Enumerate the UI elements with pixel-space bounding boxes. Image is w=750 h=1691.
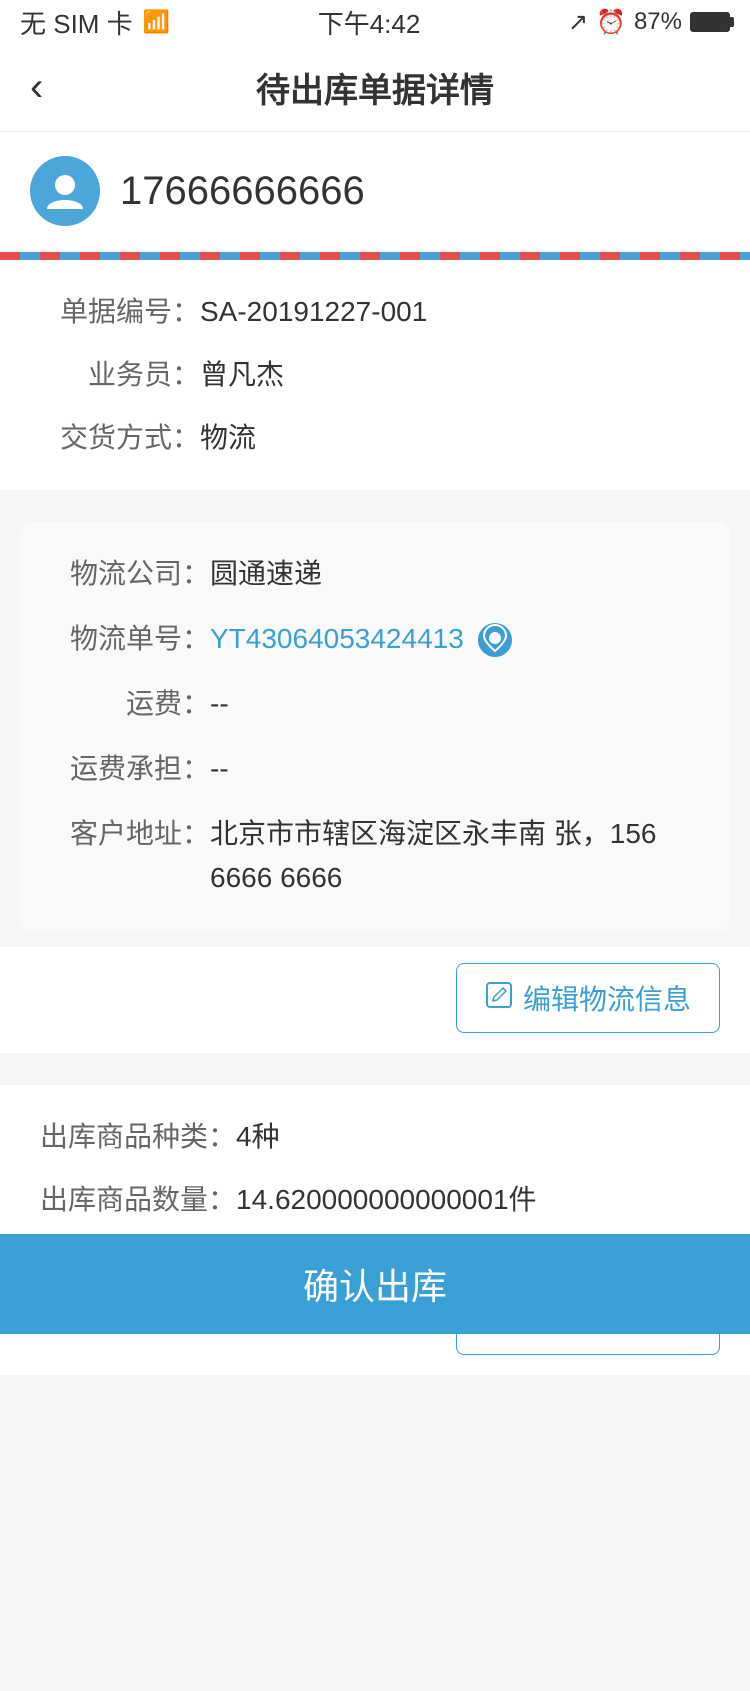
status-bar: 无 SIM 卡 📶 下午4:42 ↗ ⏰ 87% (0, 0, 750, 44)
logistics-freight-value: -- (210, 682, 700, 727)
goods-type-row: 出库商品种类： 4种 (40, 1115, 710, 1160)
sales-person-label: 业务员： (40, 353, 200, 398)
logistics-freight-label: 运费： (50, 682, 210, 727)
edit-logistics-button[interactable]: 编辑物流信息 (456, 963, 720, 1033)
logistics-freight-bearer-row: 运费承担： -- (50, 747, 700, 792)
battery-percent: 87% (634, 8, 682, 36)
logistics-company-value: 圆通速递 (210, 552, 700, 597)
bottom-spacer (0, 1391, 750, 1591)
alarm-icon: ⏰ (596, 8, 626, 37)
status-left: 无 SIM 卡 📶 (20, 4, 170, 41)
document-number-value: SA-20191227-001 (200, 290, 710, 335)
status-right: ↗ ⏰ 87% (568, 8, 730, 37)
customer-phone: 17666666666 (120, 169, 365, 214)
goods-quantity-value: 14.620000000000001件 (236, 1178, 710, 1223)
logistics-tracking-value: YT43064053424413 (210, 617, 700, 662)
avatar (30, 156, 100, 226)
document-number-row: 单据编号： SA-20191227-001 (40, 290, 710, 335)
edit-icon (485, 981, 513, 1016)
sales-person-value: 曾凡杰 (200, 353, 710, 398)
dashed-divider (0, 252, 750, 260)
document-number-label: 单据编号： (40, 290, 200, 335)
back-icon: ‹ (30, 65, 43, 109)
confirm-button[interactable]: 确认出库 (0, 1234, 750, 1334)
logistics-tracking-label: 物流单号： (50, 617, 210, 662)
back-button[interactable]: ‹ (20, 55, 53, 120)
sales-person-row: 业务员： 曾凡杰 (40, 353, 710, 398)
order-info-section: 单据编号： SA-20191227-001 业务员： 曾凡杰 交货方式： 物流 (0, 260, 750, 490)
nav-bar: ‹ 待出库单据详情 (0, 44, 750, 132)
customer-header: 17666666666 (0, 132, 750, 250)
logistics-tracking-row: 物流单号： YT43064053424413 (50, 617, 700, 662)
avatar-icon (43, 169, 87, 213)
page-title: 待出库单据详情 (256, 63, 494, 112)
goods-section: 出库商品种类： 4种 出库商品数量： 14.620000000000001件 (0, 1085, 750, 1253)
map-pin-icon[interactable] (478, 623, 512, 657)
logistics-freight-bearer-label: 运费承担： (50, 747, 210, 792)
confirm-label: 确认出库 (303, 1258, 447, 1310)
goods-quantity-row: 出库商品数量： 14.620000000000001件 (40, 1178, 710, 1223)
wifi-icon: 📶 (143, 9, 170, 35)
logistics-freight-row: 运费： -- (50, 682, 700, 727)
goods-type-label: 出库商品种类： (40, 1115, 236, 1160)
delivery-method-label: 交货方式： (40, 416, 200, 461)
status-time: 下午4:42 (318, 4, 421, 41)
goods-quantity-label: 出库商品数量： (40, 1178, 236, 1223)
section-divider-2 (0, 1069, 750, 1085)
delivery-method-row: 交货方式： 物流 (40, 416, 710, 461)
edit-logistics-label: 编辑物流信息 (523, 978, 691, 1018)
section-divider-1 (0, 506, 750, 522)
logistics-card: 物流公司： 圆通速递 物流单号： YT43064053424413 运费： --… (20, 522, 730, 931)
logistics-company-label: 物流公司： (50, 552, 210, 597)
goods-type-value: 4种 (236, 1115, 710, 1160)
location-icon: ↗ (568, 8, 588, 37)
logistics-address-value: 北京市市辖区海淀区永丰南 张，156 6666 6666 (210, 812, 700, 902)
edit-btn-row: 编辑物流信息 (0, 947, 750, 1053)
delivery-method-value: 物流 (200, 416, 710, 461)
carrier-label: 无 SIM 卡 (20, 4, 133, 41)
logistics-address-row: 客户地址： 北京市市辖区海淀区永丰南 张，156 6666 6666 (50, 812, 700, 902)
battery-icon (690, 12, 730, 32)
logistics-company-row: 物流公司： 圆通速递 (50, 552, 700, 597)
logistics-address-label: 客户地址： (50, 812, 210, 857)
logistics-freight-bearer-value: -- (210, 747, 700, 792)
